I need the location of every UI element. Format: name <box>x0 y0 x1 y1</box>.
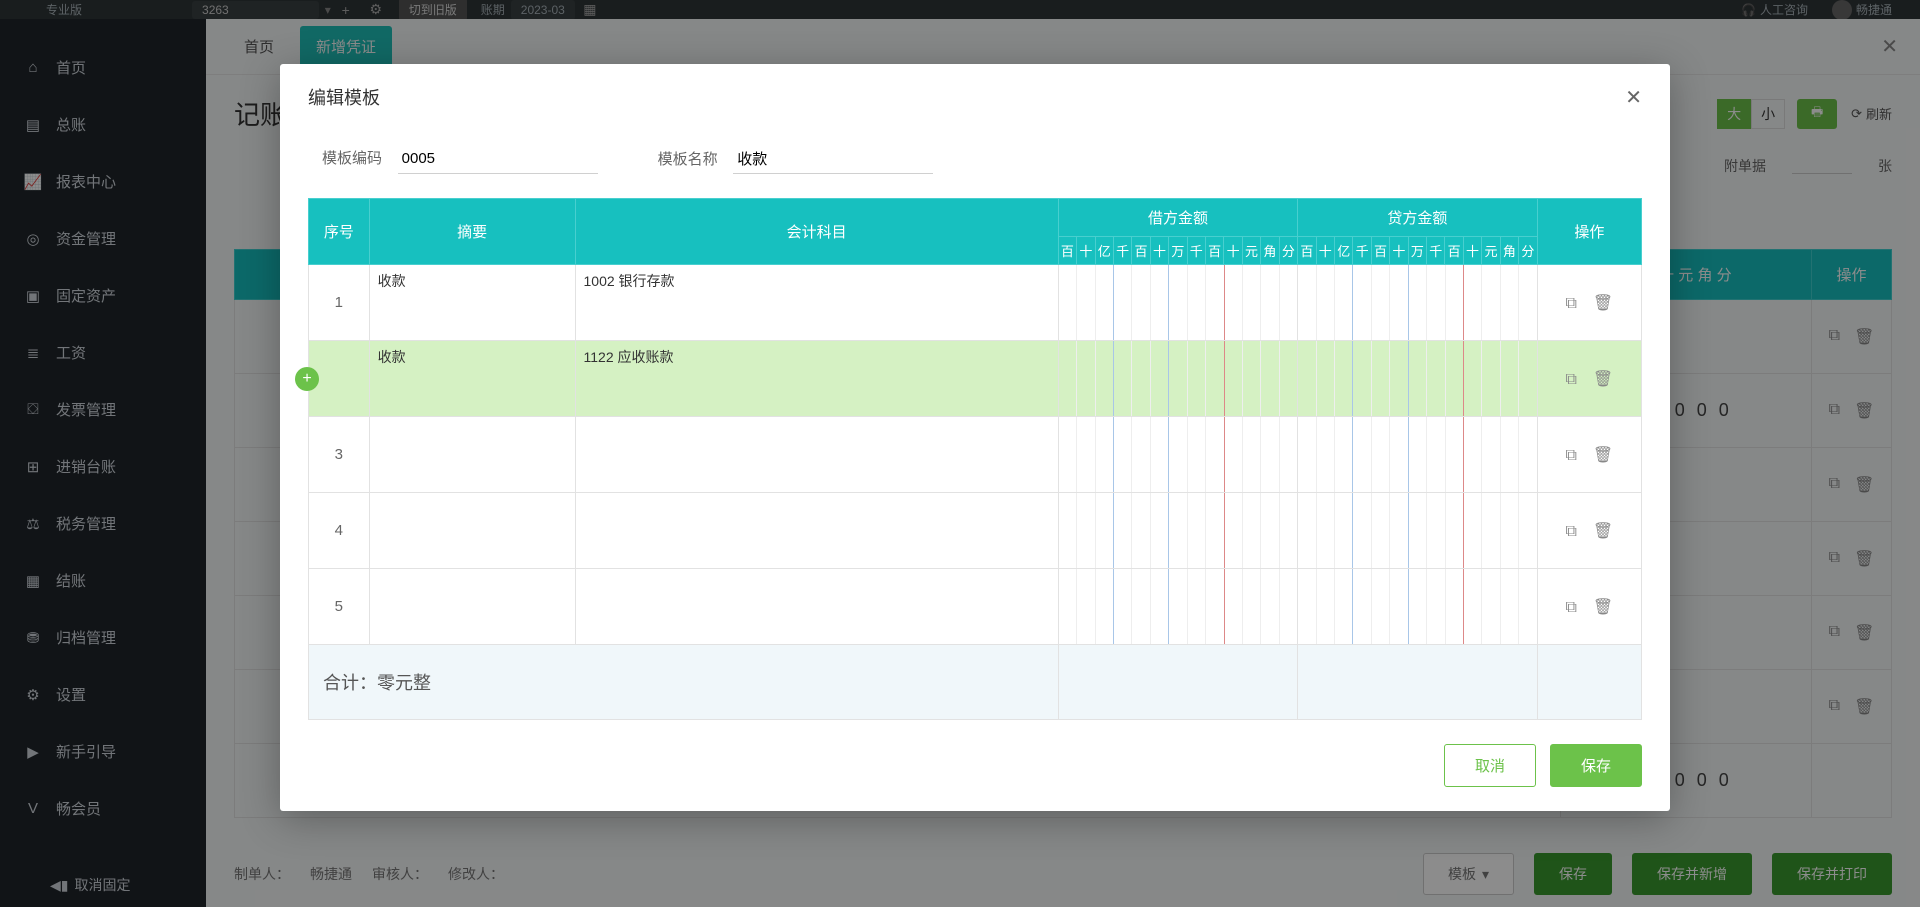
copy-icon[interactable]: ⧉ <box>1565 523 1576 541</box>
th-credit: 贷方金额 <box>1298 199 1537 237</box>
subject-cell[interactable]: 1122 应收账款 <box>575 341 1058 417</box>
edit-template-modal: 编辑模板 ✕ 模板编码 模板名称 序号 摘要 会计科目 <box>280 64 1670 811</box>
digit-header: 十 <box>1150 237 1168 265</box>
amount-cell[interactable] <box>1298 341 1537 417</box>
digit-header: 千 <box>1427 237 1445 265</box>
name-label: 模板名称 <box>658 151 718 168</box>
delete-icon[interactable]: 🗑 <box>1593 293 1613 313</box>
table-row: +收款1122 应收账款⧉🗑 <box>309 341 1642 417</box>
copy-icon[interactable]: ⧉ <box>1565 447 1576 465</box>
save-button[interactable]: 保存 <box>1550 744 1642 787</box>
digit-header: 十 <box>1077 237 1095 265</box>
row-ops: ⧉🗑 <box>1537 493 1641 569</box>
subject-cell[interactable] <box>575 417 1058 493</box>
th-debit: 借方金额 <box>1058 199 1297 237</box>
digit-header: 百 <box>1205 237 1223 265</box>
th-summary: 摘要 <box>369 199 575 265</box>
summary-cell[interactable] <box>369 417 575 493</box>
copy-icon[interactable]: ⧉ <box>1565 295 1576 313</box>
digit-header: 分 <box>1519 237 1538 265</box>
amount-cell[interactable] <box>1298 493 1537 569</box>
digit-header: 百 <box>1445 237 1463 265</box>
summary-cell[interactable] <box>369 569 575 645</box>
digit-header: 十 <box>1224 237 1242 265</box>
table-row: 3⧉🗑 <box>309 417 1642 493</box>
modal-grid: 序号 摘要 会计科目 借方金额 贷方金额 操作 百十亿千百十万千百十元角分百十亿… <box>280 198 1670 720</box>
digit-header: 角 <box>1261 237 1279 265</box>
row-ops: ⧉🗑 <box>1537 569 1641 645</box>
row-ops: ⧉🗑 <box>1537 265 1641 341</box>
copy-icon[interactable]: ⧉ <box>1565 599 1576 617</box>
modal-footer: 取消 保存 <box>280 720 1670 811</box>
table-row: 1收款1002 银行存款⧉🗑 <box>309 265 1642 341</box>
modal-title: 编辑模板 <box>308 84 380 110</box>
table-row: 4⧉🗑 <box>309 493 1642 569</box>
digit-header: 千 <box>1353 237 1371 265</box>
row-index: 1 <box>309 265 370 341</box>
code-input[interactable] <box>398 144 598 174</box>
row-ops: ⧉🗑 <box>1537 417 1641 493</box>
table-row: 5⧉🗑 <box>309 569 1642 645</box>
name-input[interactable] <box>733 144 933 174</box>
modal-form: 模板编码 模板名称 <box>280 130 1670 198</box>
digit-header: 万 <box>1169 237 1187 265</box>
close-icon[interactable]: ✕ <box>1625 85 1642 110</box>
total-label: 合计：零元整 <box>309 645 1059 720</box>
digit-header: 分 <box>1279 237 1298 265</box>
th-seq: 序号 <box>309 199 370 265</box>
subject-cell[interactable] <box>575 493 1058 569</box>
cancel-button[interactable]: 取消 <box>1444 744 1536 787</box>
code-label: 模板编码 <box>322 150 382 167</box>
digit-header: 十 <box>1463 237 1481 265</box>
amount-cell[interactable] <box>1298 265 1537 341</box>
amount-cell[interactable] <box>1058 569 1297 645</box>
summary-cell[interactable] <box>369 493 575 569</box>
digit-header: 亿 <box>1335 237 1353 265</box>
amount-cell[interactable] <box>1298 569 1537 645</box>
row-index: 3 <box>309 417 370 493</box>
total-debit <box>1058 645 1297 720</box>
amount-cell[interactable] <box>1058 417 1297 493</box>
digit-header: 百 <box>1058 237 1076 265</box>
th-ops: 操作 <box>1537 199 1641 265</box>
digit-header: 千 <box>1113 237 1131 265</box>
delete-icon[interactable]: 🗑 <box>1593 445 1613 465</box>
amount-cell[interactable] <box>1058 265 1297 341</box>
delete-icon[interactable]: 🗑 <box>1593 597 1613 617</box>
digit-header: 百 <box>1132 237 1150 265</box>
digit-header: 十 <box>1316 237 1334 265</box>
digit-header: 元 <box>1242 237 1260 265</box>
amount-cell[interactable] <box>1058 493 1297 569</box>
digit-header: 百 <box>1298 237 1316 265</box>
delete-icon[interactable]: 🗑 <box>1593 369 1613 389</box>
add-row-button[interactable]: + <box>295 367 319 391</box>
summary-cell[interactable]: 收款 <box>369 341 575 417</box>
amount-cell[interactable] <box>1058 341 1297 417</box>
row-index: 4 <box>309 493 370 569</box>
subject-cell[interactable]: 1002 银行存款 <box>575 265 1058 341</box>
copy-icon[interactable]: ⧉ <box>1565 371 1576 389</box>
row-index: 5 <box>309 569 370 645</box>
digit-header: 亿 <box>1095 237 1113 265</box>
digit-header: 元 <box>1482 237 1500 265</box>
digit-header: 万 <box>1408 237 1426 265</box>
delete-icon[interactable]: 🗑 <box>1593 521 1613 541</box>
amount-cell[interactable] <box>1298 417 1537 493</box>
th-subject: 会计科目 <box>575 199 1058 265</box>
subject-cell[interactable] <box>575 569 1058 645</box>
modal-header: 编辑模板 ✕ <box>280 64 1670 130</box>
digit-header: 千 <box>1187 237 1205 265</box>
row-ops: ⧉🗑 <box>1537 341 1641 417</box>
row-index: + <box>309 341 370 417</box>
digit-header: 百 <box>1371 237 1389 265</box>
total-credit <box>1298 645 1537 720</box>
digit-header: 角 <box>1500 237 1518 265</box>
digit-header: 十 <box>1390 237 1408 265</box>
summary-cell[interactable]: 收款 <box>369 265 575 341</box>
